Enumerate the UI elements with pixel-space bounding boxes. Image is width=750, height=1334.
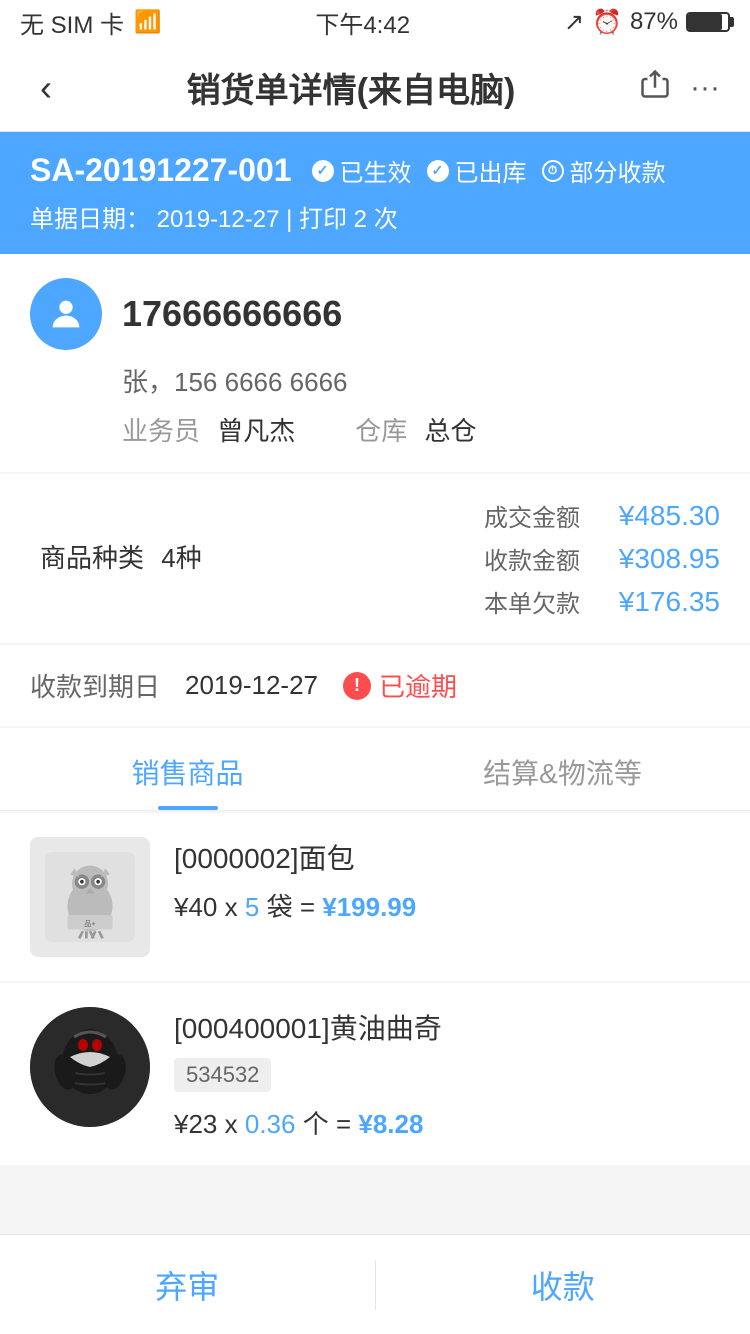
received-label: 收款金额 (484, 541, 580, 576)
received-value: ¥308.95 (600, 543, 720, 575)
product-total-2: ¥8.28 (358, 1109, 423, 1139)
bottom-bar: 弃审 收款 (0, 1234, 750, 1334)
warehouse-value: 总仓 (425, 416, 477, 446)
product-price-2: ¥23 x 0.36 个 = ¥8.28 (174, 1104, 720, 1141)
product-name-2: [000400001]黄油曲奇 (174, 1007, 720, 1047)
product-thumbnail-1: 品+ (30, 837, 150, 957)
product-tag-2: 534532 (174, 1058, 271, 1092)
carrier-text: 无 SIM 卡 (20, 5, 124, 40)
battery-icon (686, 12, 730, 32)
nav-actions: ··· (640, 69, 720, 107)
status-badges: ✓ 已生效 ✓ 已出库 ⏱ 部分收款 (312, 153, 666, 188)
tabs-section: 销售商品 结算&物流等 (0, 728, 750, 811)
nav-bar: ‹ 销货单详情(来自电脑) ··· (0, 44, 750, 132)
owing-label: 本单欠款 (484, 584, 580, 619)
badge-partial: ⏱ 部分收款 (542, 153, 666, 188)
overdue-badge: ! 已逾期 (343, 667, 457, 704)
battery-percent: 87% (630, 8, 678, 36)
badge-effective-label: 已生效 (340, 153, 412, 188)
page-title: 销货单详情(来自电脑) (187, 63, 516, 112)
customer-phone: 17666666666 (122, 293, 342, 335)
share-icon[interactable] (640, 69, 670, 107)
warehouse-info: 仓库 总仓 (355, 411, 476, 448)
badge-partial-label: 部分收款 (570, 153, 666, 188)
status-time: 下午4:42 (315, 5, 410, 40)
product-type-row: 商品种类 4种 (30, 538, 202, 575)
price-x-1: x (225, 892, 245, 922)
blue-header: SA-20191227-001 ✓ 已生效 ✓ 已出库 ⏱ 部分收款 单据日期：… (0, 132, 750, 254)
owing-value: ¥176.35 (600, 586, 720, 618)
wifi-icon: 📶 (134, 9, 161, 35)
product-info-2: [000400001]黄油曲奇 534532 ¥23 x 0.36 个 = ¥8… (174, 1007, 720, 1141)
product-total-1: ¥199.99 (322, 892, 416, 922)
product-name-1: [0000002]面包 (174, 837, 720, 877)
stats-section: 商品种类 4种 成交金额 ¥485.30 收款金额 ¥308.95 本单欠款 ¥… (0, 474, 750, 643)
status-bar: 无 SIM 卡 📶 下午4:42 ↗ ⏰ 87% (0, 0, 750, 44)
doc-date: 单据日期： 2019-12-27 | 打印 2 次 (30, 199, 720, 234)
received-row: 收款金额 ¥308.95 (484, 541, 720, 576)
product-item: 品+ [0000002]面包 ¥40 x 5 袋 = ¥199.99 (0, 813, 750, 981)
type-value: 4种 (161, 543, 201, 573)
status-left: 无 SIM 卡 📶 (20, 5, 161, 40)
price-x-2: x (225, 1109, 245, 1139)
confirm-button[interactable]: 收款 (376, 1242, 750, 1328)
due-label: 收款到期日 (30, 667, 160, 704)
price-eq-1: = (300, 892, 322, 922)
product-item-2: [000400001]黄油曲奇 534532 ¥23 x 0.36 个 = ¥8… (0, 983, 750, 1165)
check-icon-2: ✓ (427, 160, 449, 182)
product-unit-1: 袋 (267, 892, 293, 922)
tab-settlement[interactable]: 结算&物流等 (375, 728, 750, 810)
status-right: ↗ ⏰ 87% (564, 8, 730, 37)
price-base-1: ¥40 (174, 892, 217, 922)
check-icon: ✓ (312, 160, 334, 182)
due-date: 2019-12-27 (185, 670, 318, 701)
stats-right: 成交金额 ¥485.30 收款金额 ¥308.95 本单欠款 ¥176.35 (484, 498, 720, 619)
back-button[interactable]: ‹ (30, 57, 62, 119)
tab-sales-products[interactable]: 销售商品 (0, 728, 375, 810)
badge-shipped: ✓ 已出库 (427, 153, 527, 188)
overdue-icon: ! (343, 672, 371, 700)
svg-text:品+: 品+ (84, 919, 95, 928)
price-base-2: ¥23 (174, 1109, 217, 1139)
amount-label: 成交金额 (484, 498, 580, 533)
cancel-button[interactable]: 弃审 (0, 1242, 375, 1328)
sales-info: 业务员 曾凡杰 (122, 411, 295, 448)
customer-meta: 业务员 曾凡杰 仓库 总仓 (30, 411, 720, 448)
product-qty-2: 0.36 (245, 1109, 296, 1139)
due-section: 收款到期日 2019-12-27 ! 已逾期 (0, 645, 750, 726)
type-label: 商品种类 (40, 543, 144, 573)
product-info-1: [0000002]面包 ¥40 x 5 袋 = ¥199.99 (174, 837, 720, 924)
order-number: SA-20191227-001 (30, 152, 292, 189)
badge-shipped-label: 已出库 (455, 153, 527, 188)
avatar (30, 278, 102, 350)
clock-icon: ⏱ (542, 160, 564, 182)
sales-label: 业务员 (122, 416, 200, 446)
amount-value: ¥485.30 (600, 500, 720, 532)
product-thumbnail-2 (30, 1007, 150, 1127)
product-list: 品+ [0000002]面包 ¥40 x 5 袋 = ¥199.99 (0, 813, 750, 1277)
product-qty-1: 5 (245, 892, 259, 922)
product-unit-2: 个 (303, 1109, 329, 1139)
product-price-1: ¥40 x 5 袋 = ¥199.99 (174, 887, 720, 924)
warehouse-label: 仓库 (355, 416, 407, 446)
amount-row: 成交金额 ¥485.30 (484, 498, 720, 533)
alarm-icon: ⏰ (592, 8, 622, 37)
location-icon: ↗ (564, 8, 584, 37)
price-eq-2: = (336, 1109, 358, 1139)
sales-value: 曾凡杰 (217, 416, 295, 446)
stats-left: 商品种类 4种 (30, 498, 202, 619)
more-icon[interactable]: ··· (690, 71, 720, 105)
customer-section: 17666666666 张，156 6666 6666 业务员 曾凡杰 仓库 总… (0, 254, 750, 472)
badge-effective: ✓ 已生效 (312, 153, 412, 188)
overdue-text: 已逾期 (379, 667, 457, 704)
tabs-row: 销售商品 结算&物流等 (0, 728, 750, 811)
owing-row: 本单欠款 ¥176.35 (484, 584, 720, 619)
customer-name: 张，156 6666 6666 (30, 362, 720, 399)
